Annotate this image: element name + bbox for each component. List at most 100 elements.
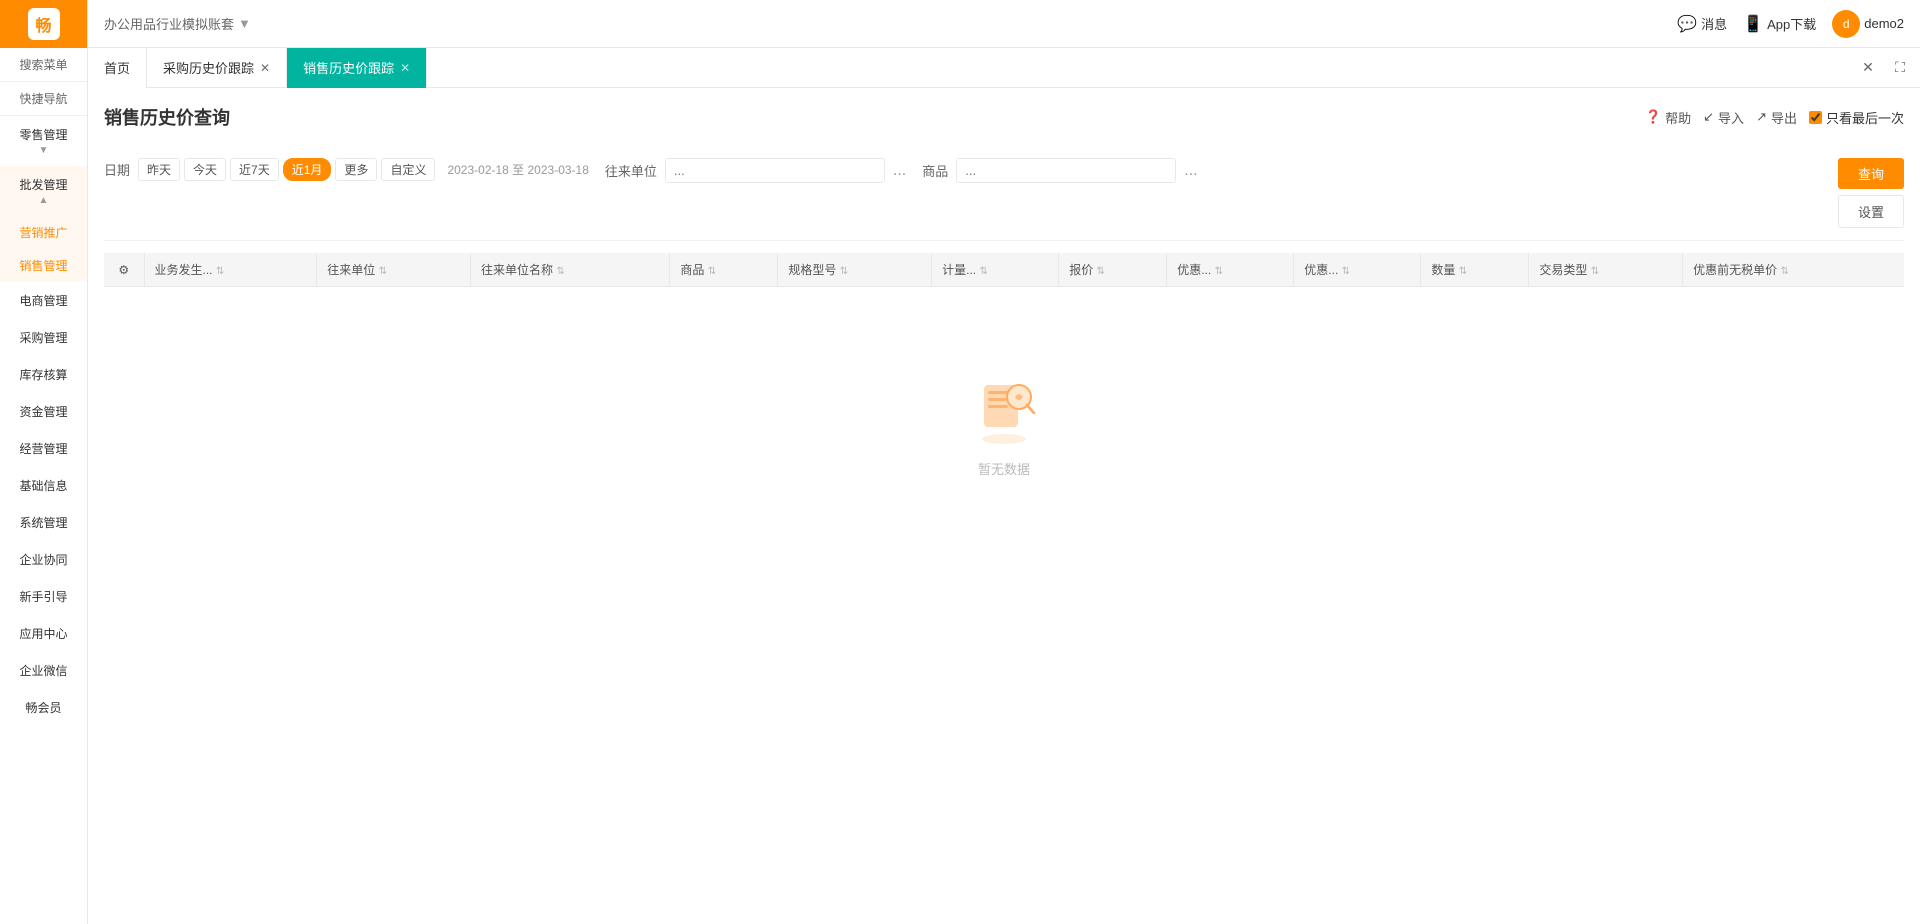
- download-icon: 📱: [1743, 14, 1763, 34]
- page-title: 销售历史价查询: [104, 104, 230, 130]
- search-button[interactable]: 查询: [1838, 158, 1904, 189]
- product-input[interactable]: [956, 158, 1176, 183]
- sidebar-item-sales-mgmt[interactable]: 销售管理: [0, 249, 87, 282]
- message-action[interactable]: 💬 消息: [1677, 14, 1727, 34]
- empty-text: 暂无数据: [978, 459, 1030, 478]
- dropdown-icon[interactable]: ▼: [238, 16, 251, 31]
- sidebar-item-appstore[interactable]: 应用中心: [0, 615, 87, 652]
- filter-actions: 查询 设置: [1838, 158, 1904, 228]
- tab-home[interactable]: 首页: [88, 48, 147, 88]
- only-last-checkbox-wrapper[interactable]: 只看最后一次: [1809, 108, 1904, 127]
- partner-input[interactable]: [665, 158, 885, 183]
- export-action[interactable]: ↗ 导出: [1756, 108, 1797, 127]
- date-range-display: 2023-02-18 至 2023-03-18: [447, 161, 588, 178]
- filter-bar: 日期 昨天 今天 近7天 近1月 更多 自定义 2023-02-18 至 202…: [104, 146, 1904, 241]
- sidebar: 畅 搜索菜单 快捷导航 零售管理 ▼ 批发管理 ▲ 营销推广 销售管理 电商管理…: [0, 0, 88, 924]
- tab-purchase[interactable]: 采购历史价跟踪 ✕: [147, 48, 287, 88]
- sort-arrows-unit: ⇅: [979, 266, 987, 277]
- help-icon: ❓: [1645, 109, 1661, 125]
- close-sales-tab[interactable]: ✕: [400, 61, 410, 75]
- th-date[interactable]: 业务发生... ⇅: [144, 253, 317, 287]
- date-shortcuts: 昨天 今天 近7天 近1月 更多 自定义: [138, 158, 435, 181]
- empty-svg: [964, 367, 1044, 447]
- date-label: 日期: [104, 160, 130, 179]
- th-trade-type[interactable]: 交易类型 ⇅: [1529, 253, 1683, 287]
- sort-arrows-spec: ⇅: [840, 266, 848, 277]
- page-header-actions: ❓ 帮助 ↙ 导入 ↗ 导出 只看最后一次: [1645, 108, 1904, 127]
- sidebar-item-inventory[interactable]: 库存核算: [0, 356, 87, 393]
- close-all-tabs[interactable]: ✕: [1856, 56, 1880, 80]
- sidebar-item-guide[interactable]: 新手引导: [0, 578, 87, 615]
- sidebar-item-operations[interactable]: 经营管理: [0, 430, 87, 467]
- tab-sales[interactable]: 销售历史价跟踪 ✕: [287, 48, 427, 88]
- date-filter-group: 日期 昨天 今天 近7天 近1月 更多 自定义 2023-02-18 至 202…: [104, 158, 589, 181]
- th-price[interactable]: 报价 ⇅: [1059, 253, 1167, 287]
- sort-arrows-trade-type: ⇅: [1591, 266, 1599, 277]
- sort-arrows-no-tax-price: ⇅: [1780, 266, 1788, 277]
- th-partner-code[interactable]: 往来单位 ⇅: [317, 253, 471, 287]
- th-discount1[interactable]: 优惠... ⇅: [1167, 253, 1294, 287]
- th-spec[interactable]: 规格型号 ⇅: [778, 253, 932, 287]
- th-discount2[interactable]: 优惠... ⇅: [1294, 253, 1421, 287]
- th-unit[interactable]: 计量... ⇅: [932, 253, 1059, 287]
- only-last-checkbox[interactable]: [1809, 111, 1822, 124]
- table-container: ⚙ 业务发生... ⇅ 往来单位 ⇅ 往来单位名称: [104, 253, 1904, 558]
- sidebar-item-search[interactable]: 搜索菜单: [0, 48, 87, 82]
- empty-state: 暂无数据: [104, 287, 1904, 558]
- topbar-title: 办公用品行业模拟账套 ▼: [104, 14, 1661, 33]
- partner-dots[interactable]: ...: [893, 162, 906, 180]
- partner-filter-group: 往来单位 ...: [605, 158, 906, 183]
- data-table: ⚙ 业务发生... ⇅ 往来单位 ⇅ 往来单位名称: [104, 253, 1904, 287]
- logo-icon: 畅: [28, 8, 60, 40]
- import-icon: ↙: [1703, 109, 1714, 125]
- date-btn-1month[interactable]: 近1月: [283, 158, 332, 181]
- sidebar-item-wxwork[interactable]: 企业微信: [0, 652, 87, 689]
- sort-arrows-price: ⇅: [1097, 266, 1105, 277]
- date-btn-today[interactable]: 今天: [184, 158, 226, 181]
- settings-button[interactable]: 设置: [1838, 195, 1904, 228]
- product-filter-group: 商品 ...: [922, 158, 1197, 183]
- sidebar-item-purchase[interactable]: 采购管理: [0, 319, 87, 356]
- sort-arrows-discount2: ⇅: [1342, 266, 1350, 277]
- sidebar-item-member[interactable]: 畅会员: [0, 689, 87, 726]
- tabs-bar: 首页 采购历史价跟踪 ✕ 销售历史价跟踪 ✕ ✕ ⛶: [88, 48, 1920, 88]
- th-no-tax-price[interactable]: 优惠前无税单价 ⇅: [1683, 253, 1904, 287]
- topbar-actions: 💬 消息 📱 App下载 d demo2: [1677, 10, 1904, 38]
- empty-icon: [964, 367, 1044, 447]
- page-header: 销售历史价查询 ❓ 帮助 ↙ 导入 ↗ 导出: [104, 104, 1904, 130]
- import-action[interactable]: ↙ 导入: [1703, 108, 1744, 127]
- product-dots[interactable]: ...: [1184, 162, 1197, 180]
- main-area: 办公用品行业模拟账套 ▼ 💬 消息 📱 App下载 d demo2 首页: [88, 0, 1920, 924]
- page-inner: 销售历史价查询 ❓ 帮助 ↙ 导入 ↗ 导出: [88, 88, 1920, 924]
- download-action[interactable]: 📱 App下载: [1743, 14, 1816, 34]
- sort-arrows-product: ⇅: [708, 266, 716, 277]
- sidebar-item-basic[interactable]: 基础信息: [0, 467, 87, 504]
- product-label: 商品: [922, 161, 948, 180]
- th-settings[interactable]: ⚙: [104, 253, 144, 287]
- sidebar-item-quicknav[interactable]: 快捷导航: [0, 82, 87, 116]
- sidebar-item-system[interactable]: 系统管理: [0, 504, 87, 541]
- only-last-label: 只看最后一次: [1826, 108, 1904, 127]
- help-action[interactable]: ❓ 帮助: [1645, 108, 1691, 127]
- user-action[interactable]: d demo2: [1832, 10, 1904, 38]
- avatar: d: [1832, 10, 1860, 38]
- sidebar-item-enterprise[interactable]: 企业协同: [0, 541, 87, 578]
- date-btn-7days[interactable]: 近7天: [230, 158, 279, 181]
- th-quantity[interactable]: 数量 ⇅: [1421, 253, 1529, 287]
- topbar: 办公用品行业模拟账套 ▼ 💬 消息 📱 App下载 d demo2: [88, 0, 1920, 48]
- close-purchase-tab[interactable]: ✕: [260, 61, 270, 75]
- sidebar-item-wholesale[interactable]: 批发管理 ▲: [0, 166, 87, 216]
- maximize-btn[interactable]: ⛶: [1888, 56, 1912, 80]
- sidebar-item-finance[interactable]: 资金管理: [0, 393, 87, 430]
- sort-arrows-quantity: ⇅: [1459, 266, 1467, 277]
- date-btn-yesterday[interactable]: 昨天: [138, 158, 180, 181]
- sidebar-item-marketing[interactable]: 营销推广: [0, 216, 87, 249]
- sidebar-item-retail[interactable]: 零售管理 ▼: [0, 116, 87, 166]
- date-btn-more[interactable]: 更多: [335, 158, 377, 181]
- sort-arrows-partner-name: ⇅: [556, 266, 564, 277]
- th-partner-name[interactable]: 往来单位名称 ⇅: [470, 253, 669, 287]
- page-content: 销售历史价查询 ❓ 帮助 ↙ 导入 ↗ 导出: [88, 88, 1920, 924]
- th-product[interactable]: 商品 ⇅: [670, 253, 778, 287]
- sidebar-item-ecommerce[interactable]: 电商管理: [0, 282, 87, 319]
- date-btn-custom[interactable]: 自定义: [381, 158, 435, 181]
